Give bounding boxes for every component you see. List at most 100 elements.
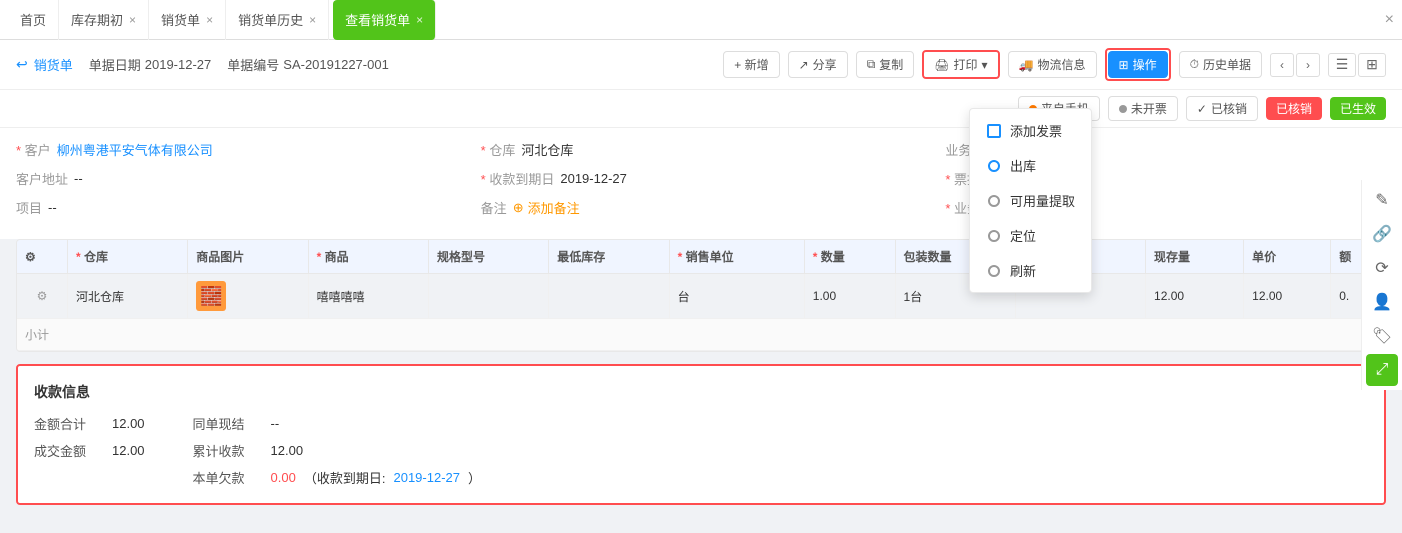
- balance-note-end: ）: [468, 468, 481, 487]
- sidebar-sync-icon[interactable]: ⟳: [1366, 252, 1398, 284]
- date-label: 单据日期 2019-12-27: [89, 55, 212, 74]
- document-header: ↩ 销货单 单据日期 2019-12-27 单据编号 SA-20191227-0…: [0, 40, 1402, 90]
- tab-home[interactable]: 首页: [8, 0, 59, 40]
- amount-total-value: 12.00: [112, 416, 145, 431]
- cumulative-value: 12.00: [271, 443, 304, 458]
- product-table: ⚙ 仓库 商品图片 商品 规格型号 最低库存 销售单位 数量 包装数量 可用量 …: [16, 239, 1386, 352]
- locate-icon: [986, 228, 1002, 244]
- confirm-icon: ✓: [1197, 102, 1207, 116]
- window-close-button[interactable]: ×: [1385, 11, 1394, 29]
- share-icon: ↗: [799, 58, 809, 72]
- available-icon: [986, 193, 1002, 209]
- next-button[interactable]: ›: [1296, 53, 1320, 77]
- doc-meta: 单据日期 2019-12-27 单据编号 SA-20191227-001: [89, 55, 389, 74]
- print-icon: 🖨: [934, 58, 949, 72]
- table-row: ⚙ 河北仓库 🧱 嘻嘻嘻嘻 台 1.00 1台 12.00 12.00 0.: [17, 274, 1385, 319]
- prev-button[interactable]: ‹: [1270, 53, 1294, 77]
- cumulative-row: 累计收款 12.00: [193, 441, 481, 460]
- row-current-stock: 12.00: [1146, 274, 1244, 319]
- sub-toolbar: 来自手机 未开票 ✓ 已核销 已核销 已生效: [0, 90, 1402, 128]
- close-sales-tab[interactable]: ×: [206, 13, 213, 27]
- payment-grid: 金额合计 12.00 成交金额 12.00 同单现结 -- 累计收款 12.00…: [34, 414, 1368, 487]
- row-unit-price: 12.00: [1244, 274, 1331, 319]
- product-image: 🧱: [196, 281, 226, 311]
- add-invoice-icon: [986, 123, 1002, 139]
- row-product-img: 🧱: [188, 274, 308, 319]
- customer-label: 客户: [16, 140, 51, 159]
- refresh-item[interactable]: 刷新: [970, 253, 1091, 288]
- customer-value[interactable]: 柳州粤港平安气体有限公司: [57, 140, 213, 159]
- print-button[interactable]: 🖨 打印 ▾: [922, 50, 999, 79]
- operation-highlight: ⊞ 操作: [1105, 48, 1171, 81]
- balance-note: （收款到期日:: [304, 468, 386, 487]
- add-invoice-item[interactable]: 添加发票: [970, 113, 1091, 148]
- sidebar-tag-icon[interactable]: 🏷: [1366, 320, 1398, 352]
- amount-total-label: 金额合计: [34, 414, 104, 433]
- tab-sales-order[interactable]: 销货单 ×: [149, 0, 226, 40]
- close-history-tab[interactable]: ×: [309, 13, 316, 27]
- logistics-button[interactable]: 🚚 物流信息: [1008, 51, 1097, 78]
- same-order-value: --: [271, 416, 280, 431]
- project-label: 项目: [16, 198, 42, 217]
- locate-item[interactable]: 定位: [970, 218, 1091, 253]
- print-dropdown-icon: ▾: [982, 58, 988, 72]
- row-gear-icon[interactable]: ⚙: [37, 289, 48, 303]
- share-button[interactable]: ↗ 分享: [788, 51, 848, 78]
- tab-view-sales[interactable]: 查看销货单 ×: [333, 0, 436, 40]
- form-row-2: 客户地址 -- 收款到期日 2019-12-27 票据类型 不开票: [16, 169, 1386, 188]
- logistics-icon: 🚚: [1019, 58, 1034, 72]
- copy-button[interactable]: ⧉ 复制: [856, 51, 915, 78]
- list-view-button[interactable]: ☰: [1328, 53, 1356, 77]
- sidebar-link-icon[interactable]: 🔗: [1366, 218, 1398, 250]
- table-header-row: ⚙ 仓库 商品图片 商品 规格型号 最低库存 销售单位 数量 包装数量 可用量 …: [17, 240, 1385, 274]
- sidebar-edit-icon[interactable]: ✎: [1366, 184, 1398, 216]
- refresh-icon: [986, 263, 1002, 279]
- history-icon: ⏱: [1190, 57, 1199, 72]
- form-row-1: 客户 柳州粤港平安气体有限公司 仓库 河北仓库 业务员 演示账号: [16, 140, 1386, 159]
- due-date-field: 收款到期日 2019-12-27: [481, 169, 922, 188]
- row-min-stock: [549, 274, 669, 319]
- balance-value: 0.00: [271, 470, 296, 485]
- address-value: --: [74, 171, 83, 186]
- payment-section: 收款信息 金额合计 12.00 成交金额 12.00 同单现结 -- 累计收款 …: [16, 364, 1386, 505]
- add-note-button[interactable]: ⊕ 添加备注: [513, 198, 580, 217]
- operation-dropdown: 添加发票 出库 可用量提取 定位 刷新: [969, 108, 1092, 293]
- history-button[interactable]: ⏱ 历史单据: [1179, 51, 1262, 78]
- transaction-value: 12.00: [112, 443, 145, 458]
- confirm-button[interactable]: ✓ 已核销: [1186, 96, 1258, 121]
- available-qty-item[interactable]: 可用量提取: [970, 183, 1091, 218]
- col-current-stock: 现存量: [1146, 240, 1244, 274]
- payment-col-right: 同单现结 -- 累计收款 12.00 本单欠款 0.00 （收款到期日: 201…: [193, 414, 481, 487]
- same-order-label: 同单现结: [193, 414, 263, 433]
- col-product-img: 商品图片: [188, 240, 308, 274]
- new-button[interactable]: + 新增: [723, 51, 779, 78]
- outbound-icon: [986, 158, 1002, 174]
- form-section: 客户 柳州粤港平安气体有限公司 仓库 河北仓库 业务员 演示账号 客户地址 --…: [0, 128, 1402, 239]
- sidebar-expand-icon[interactable]: ⤢: [1366, 354, 1398, 386]
- tab-sales-history[interactable]: 销货单历史 ×: [226, 0, 329, 40]
- payment-col-left: 金额合计 12.00 成交金额 12.00: [34, 414, 145, 487]
- grid-view-button[interactable]: ⊞: [1358, 53, 1386, 77]
- due-date-value: 2019-12-27: [560, 171, 627, 186]
- row-gear: ⚙: [17, 274, 67, 319]
- warehouse-label: 仓库: [481, 140, 516, 159]
- doc-actions: + 新增 ↗ 分享 ⧉ 复制 🖨 打印 ▾ 🚚 物流信息 ⊞ 操作 ⏱ 历史单据: [723, 48, 1386, 81]
- same-order-row: 同单现结 --: [193, 414, 481, 433]
- col-unit-price: 单价: [1244, 240, 1331, 274]
- sidebar-user-icon[interactable]: 👤: [1366, 286, 1398, 318]
- right-sidebar: ✎ 🔗 ⟳ 👤 🏷 ⤢: [1361, 180, 1402, 390]
- customer-field: 客户 柳州粤港平安气体有限公司: [16, 140, 457, 159]
- outbound-item[interactable]: 出库: [970, 148, 1091, 183]
- subtotal-row: 小计: [17, 319, 1385, 351]
- subtotal-label: 小计: [17, 319, 1385, 351]
- address-label: 客户地址: [16, 169, 68, 188]
- tab-inventory-init[interactable]: 库存期初 ×: [59, 0, 149, 40]
- operation-button[interactable]: ⊞ 操作: [1108, 51, 1168, 78]
- close-view-tab[interactable]: ×: [416, 13, 423, 27]
- close-inventory-tab[interactable]: ×: [129, 13, 136, 27]
- row-sales-unit: 台: [669, 274, 804, 319]
- col-warehouse: 仓库: [67, 240, 187, 274]
- warehouse-value: 河北仓库: [521, 140, 573, 159]
- not-open-button[interactable]: 未开票: [1108, 96, 1178, 121]
- row-warehouse: 河北仓库: [67, 274, 187, 319]
